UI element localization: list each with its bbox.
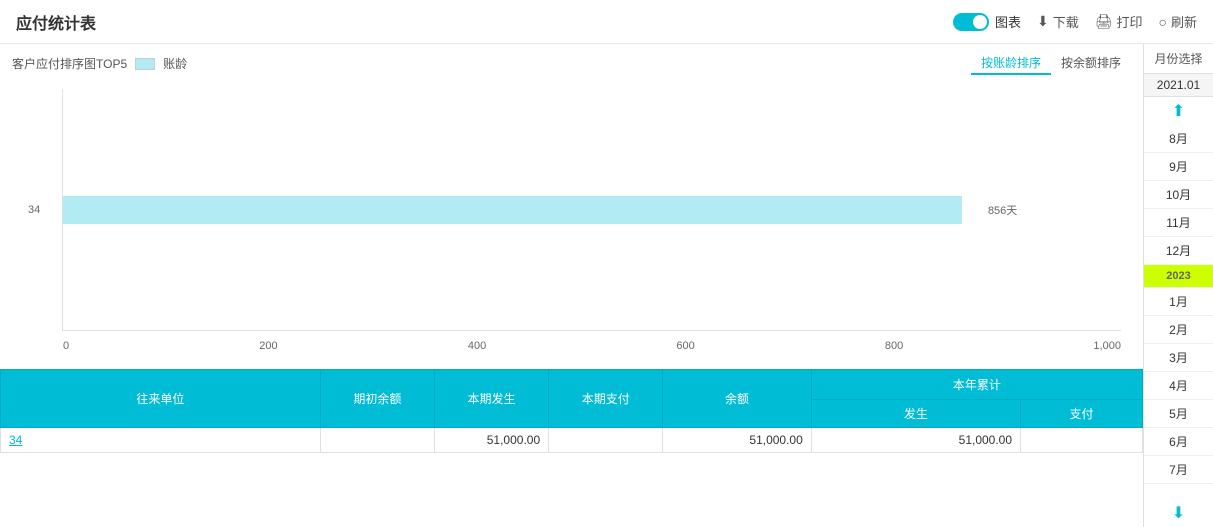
th-col3: 本期发生 xyxy=(434,370,548,428)
refresh-button[interactable]: ○ 刷新 xyxy=(1159,12,1197,31)
cell-col6-sub2 xyxy=(1021,428,1143,453)
right-sidebar: 月份选择 2021.01 ⬆ 8月 9月 10月 11月 12月 2023 1月… xyxy=(1143,44,1213,527)
sidebar-month-1[interactable]: 1月 xyxy=(1144,288,1213,316)
th-col1: 往来单位 xyxy=(1,370,321,428)
sidebar-month-10[interactable]: 10月 xyxy=(1144,181,1213,209)
sort-by-amount-btn[interactable]: 按余额排序 xyxy=(1051,52,1131,75)
sidebar-month-9[interactable]: 9月 xyxy=(1144,153,1213,181)
sort-buttons: 按账龄排序 按余额排序 xyxy=(971,52,1131,75)
print-button[interactable]: 🖨 打印 xyxy=(1095,12,1143,31)
main-layout: 客户应付排序图TOP5 账龄 按账龄排序 按余额排序 34 856天 xyxy=(0,44,1213,527)
sidebar-month-8[interactable]: 8月 xyxy=(1144,125,1213,153)
table-row: 34 51,000.00 51,000.00 51,000.00 xyxy=(1,428,1143,453)
chart-toggle[interactable] xyxy=(953,13,989,31)
cell-col4 xyxy=(549,428,663,453)
table-section: 往来单位 期初余额 本期发生 本期支付 余额 本年累计 发生 支付 xyxy=(0,369,1143,527)
print-icon: 🖨 xyxy=(1095,13,1113,30)
sidebar-month-3[interactable]: 3月 xyxy=(1144,344,1213,372)
table-body: 34 51,000.00 51,000.00 51,000.00 xyxy=(1,428,1143,453)
cell-col5: 51,000.00 xyxy=(663,428,811,453)
download-icon: ⬇ xyxy=(1037,13,1049,30)
sidebar-year[interactable]: 2021.01 xyxy=(1144,74,1213,97)
th-col6-sub1: 发生 xyxy=(811,400,1020,428)
cell-col2 xyxy=(320,428,434,453)
chart-toolbar: 客户应付排序图TOP5 账龄 按账龄排序 按余额排序 xyxy=(12,52,1131,75)
download-button[interactable]: ⬇ 下载 xyxy=(1037,12,1079,31)
sidebar-month-5[interactable]: 5月 xyxy=(1144,400,1213,428)
legend-color-box xyxy=(135,58,155,70)
content-area: 客户应付排序图TOP5 账龄 按账龄排序 按余额排序 34 856天 xyxy=(0,44,1143,527)
legend-color-label: 账龄 xyxy=(163,55,187,72)
x-tick-0: 0 xyxy=(63,340,69,352)
x-tick-600: 600 xyxy=(676,340,694,352)
th-col6-sub2: 支付 xyxy=(1021,400,1143,428)
chart-bar: 856天 xyxy=(63,196,962,224)
page-title: 应付统计表 xyxy=(16,10,96,34)
sidebar-month-4[interactable]: 4月 xyxy=(1144,372,1213,400)
th-col5: 余额 xyxy=(663,370,811,428)
header-actions: 图表 ⬇ 下载 🖨 打印 ○ 刷新 xyxy=(953,12,1197,31)
chart-container: 34 856天 0 200 400 600 800 1,000 xyxy=(12,81,1131,361)
bar-end-label: 856天 xyxy=(988,202,1017,218)
row-link[interactable]: 34 xyxy=(9,433,22,447)
data-table: 往来单位 期初余额 本期发生 本期支付 余额 本年累计 发生 支付 xyxy=(0,369,1143,453)
sidebar-months: 8月 9月 10月 11月 12月 2023 1月 2月 3月 4月 5月 6月… xyxy=(1144,125,1213,499)
bar-y-label: 34 xyxy=(28,204,40,216)
sidebar-month-6[interactable]: 6月 xyxy=(1144,428,1213,456)
sidebar-year-2023: 2023 xyxy=(1144,265,1213,288)
x-tick-200: 200 xyxy=(259,340,277,352)
x-tick-800: 800 xyxy=(885,340,903,352)
cell-col3: 51,000.00 xyxy=(434,428,548,453)
th-col4: 本期支付 xyxy=(549,370,663,428)
x-axis: 0 200 400 600 800 1,000 xyxy=(63,340,1121,352)
chart-legend: 客户应付排序图TOP5 账龄 xyxy=(12,55,187,72)
x-tick-400: 400 xyxy=(468,340,486,352)
page-header: 应付统计表 图表 ⬇ 下载 🖨 打印 ○ 刷新 xyxy=(0,0,1213,44)
x-tick-1000: 1,000 xyxy=(1093,340,1121,352)
chart-section: 客户应付排序图TOP5 账龄 按账龄排序 按余额排序 34 856天 xyxy=(0,44,1143,369)
sidebar-month-12[interactable]: 12月 xyxy=(1144,237,1213,265)
sidebar-up-btn[interactable]: ⬆ xyxy=(1144,97,1213,125)
cell-col6-sub1: 51,000.00 xyxy=(811,428,1020,453)
cell-col1: 34 xyxy=(1,428,321,453)
sidebar-month-7[interactable]: 7月 xyxy=(1144,456,1213,484)
chart-toggle-wrapper: 图表 xyxy=(953,12,1021,31)
refresh-icon: ○ xyxy=(1159,14,1167,30)
sort-by-balance-btn[interactable]: 按账龄排序 xyxy=(971,52,1051,75)
legend-title: 客户应付排序图TOP5 xyxy=(12,55,127,72)
sidebar-month-11[interactable]: 11月 xyxy=(1144,209,1213,237)
chart-inner: 34 856天 0 200 400 600 800 1,000 xyxy=(62,89,1121,331)
table-header-row: 往来单位 期初余额 本期发生 本期支付 余额 本年累计 xyxy=(1,370,1143,400)
sidebar-down-btn[interactable]: ⬇ xyxy=(1144,499,1213,527)
chart-toggle-label: 图表 xyxy=(995,12,1021,31)
th-col2: 期初余额 xyxy=(320,370,434,428)
th-col6: 本年累计 xyxy=(811,370,1142,400)
sidebar-month-2[interactable]: 2月 xyxy=(1144,316,1213,344)
sidebar-header: 月份选择 xyxy=(1144,44,1213,74)
